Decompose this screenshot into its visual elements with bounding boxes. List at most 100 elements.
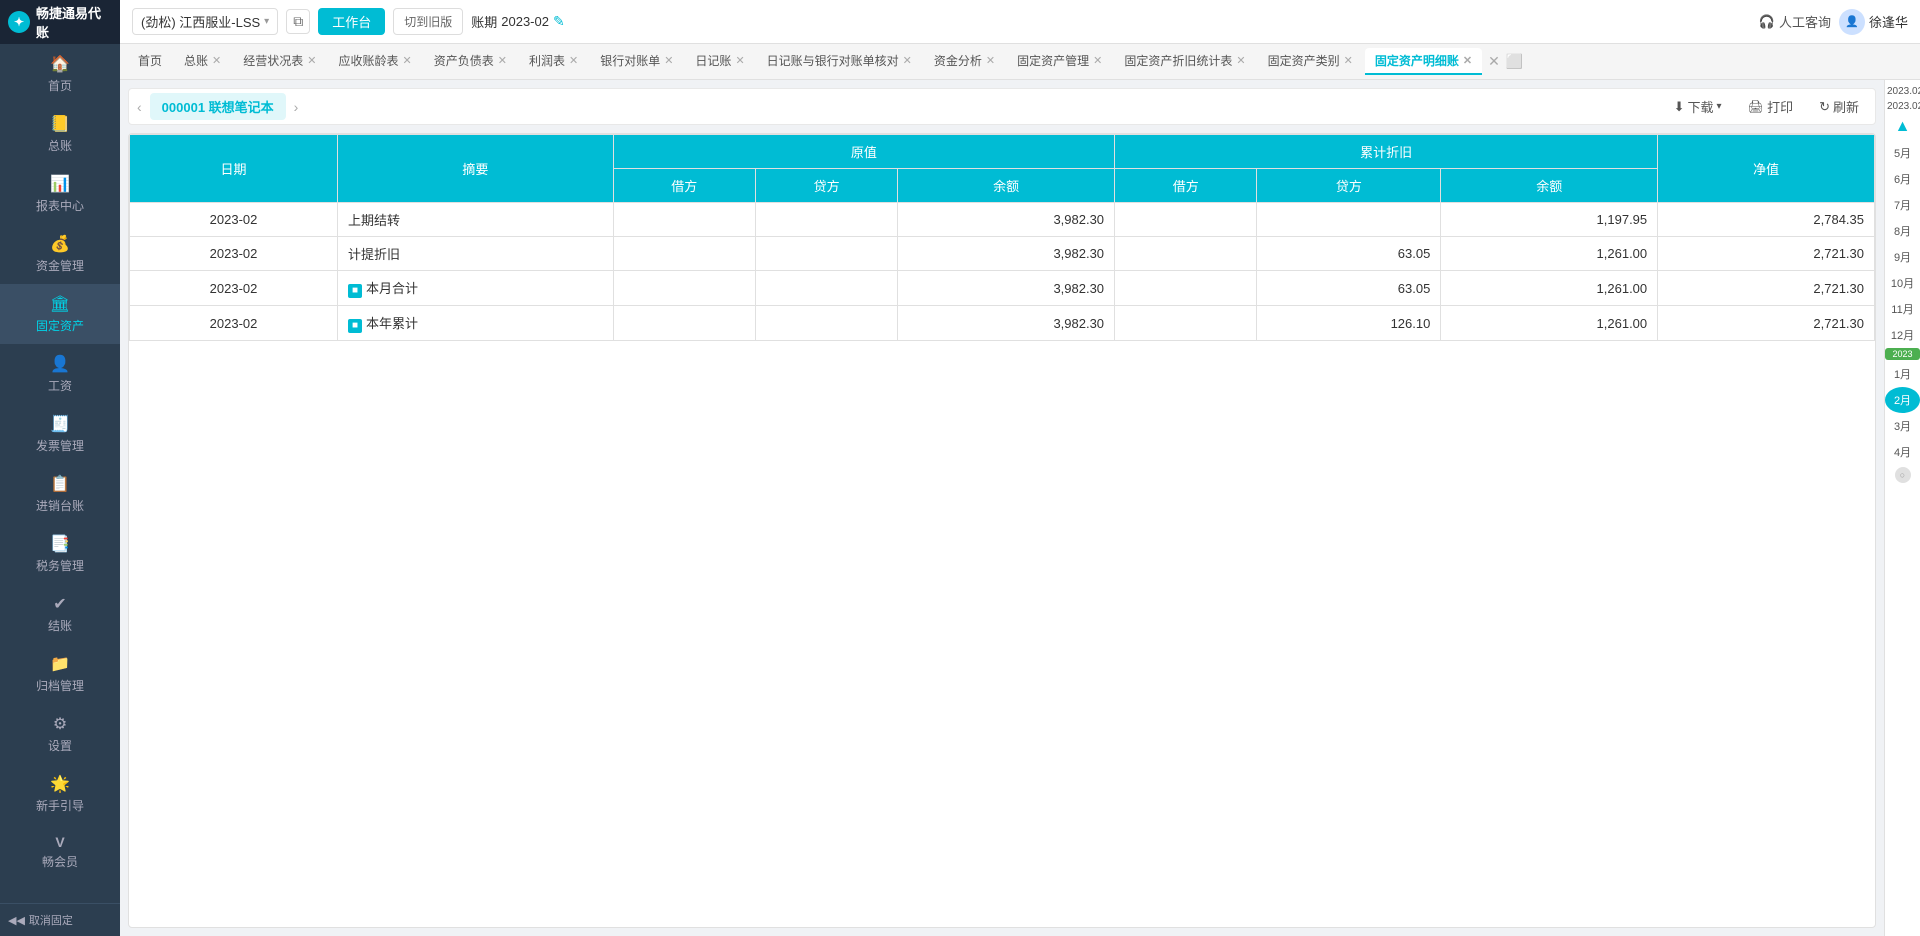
col-acc-credit: 贷方: [1257, 169, 1441, 203]
tab-journal-label: 日记账: [695, 52, 731, 69]
subtab-prev-arrow[interactable]: ‹: [137, 99, 142, 115]
cal-month-2[interactable]: 2月: [1885, 387, 1920, 413]
sidebar-item-tax[interactable]: 📑 税务管理: [0, 524, 120, 584]
tab-fund-analysis-close[interactable]: ✕: [986, 54, 995, 67]
cal-month-10[interactable]: 10月: [1885, 270, 1920, 296]
sidebar-item-archive[interactable]: 📁 归档管理: [0, 644, 120, 704]
sidebar-item-label: 进销台账: [36, 497, 84, 514]
tab-bank-close[interactable]: ✕: [664, 54, 673, 67]
tab-profit-close[interactable]: ✕: [569, 54, 578, 67]
tab-ledger-close[interactable]: ✕: [212, 54, 221, 67]
pin-label: 取消固定: [29, 912, 73, 928]
cal-top-date-1: 2023.02: [1885, 84, 1920, 99]
tab-journal[interactable]: 日记账 ✕: [685, 48, 754, 75]
tab-fixed-mgmt[interactable]: 固定资产管理 ✕: [1007, 48, 1112, 75]
sidebar-item-member[interactable]: V 畅会员: [0, 824, 120, 880]
copy-button[interactable]: ⧉: [286, 9, 310, 34]
tab-fixed-category-close[interactable]: ✕: [1344, 54, 1353, 67]
cal-month-8[interactable]: 8月: [1885, 218, 1920, 244]
tab-fixed-detail[interactable]: 固定资产明细账 ✕: [1365, 48, 1482, 75]
cell-acc-balance: 1,261.00: [1441, 237, 1658, 271]
cell-orig-balance: 3,982.30: [898, 203, 1115, 237]
cal-month-4[interactable]: 4月: [1885, 439, 1920, 465]
sidebar-item-label: 税务管理: [36, 557, 84, 574]
sidebar-item-fund[interactable]: 💰 资金管理: [0, 224, 120, 284]
tab-profit[interactable]: 利润表 ✕: [519, 48, 588, 75]
refresh-button[interactable]: ↻ 刷新: [1811, 94, 1867, 119]
cell-orig-debit: [613, 271, 755, 306]
subtab-next-arrow[interactable]: ›: [294, 99, 299, 115]
sidebar-logo: ✦ 畅捷通易代账: [0, 0, 120, 44]
user-menu[interactable]: 👤 徐逢华: [1839, 9, 1908, 35]
sidebar-item-salary[interactable]: 👤 工资: [0, 344, 120, 404]
guide-icon: 🌟: [50, 774, 70, 794]
service-label: 人工客询: [1779, 12, 1831, 31]
tab-receivable-close[interactable]: ✕: [403, 54, 412, 67]
service-button[interactable]: 🎧 人工客询: [1759, 12, 1831, 31]
tab-assets-close[interactable]: ✕: [498, 54, 507, 67]
chevron-down-icon: ▾: [264, 16, 269, 27]
cal-month-7[interactable]: 7月: [1885, 192, 1920, 218]
tab-business[interactable]: 经营状况表 ✕: [233, 48, 326, 75]
tab-receivable[interactable]: 应收账龄表 ✕: [328, 48, 421, 75]
cal-month-1[interactable]: 1月: [1885, 361, 1920, 387]
tab-bar-close-all[interactable]: ✕: [1488, 53, 1500, 70]
cell-acc-credit: 126.10: [1257, 306, 1441, 341]
table-row: 2023-02 上期结转 3,982.30 1,197.95 2,784.35: [130, 203, 1875, 237]
cal-month-6[interactable]: 6月: [1885, 166, 1920, 192]
avatar-icon: 👤: [1845, 15, 1859, 28]
cal-month-3[interactable]: 3月: [1885, 413, 1920, 439]
cal-year-badge: 2023: [1885, 348, 1920, 360]
col-orig-debit: 借方: [613, 169, 755, 203]
download-button[interactable]: ⬇ 下载 ▾: [1666, 94, 1730, 119]
cell-orig-balance: 3,982.30: [898, 237, 1115, 271]
subtab-asset-item[interactable]: 000001 联想笔记本: [150, 93, 286, 120]
calendar-panel: 2023.02 2023.02 ▲ 5月 6月 7月 8月 9月 10月 11月…: [1884, 80, 1920, 936]
tab-fund-analysis[interactable]: 资金分析 ✕: [924, 48, 1005, 75]
sidebar-item-label: 发票管理: [36, 437, 84, 454]
tab-fixed-depreciation[interactable]: 固定资产折旧统计表 ✕: [1114, 48, 1255, 75]
tab-fixed-detail-close[interactable]: ✕: [1463, 54, 1472, 67]
cal-month-5[interactable]: 5月: [1885, 140, 1920, 166]
cell-orig-balance: 3,982.30: [898, 271, 1115, 306]
sidebar-item-guide[interactable]: 🌟 新手引导: [0, 764, 120, 824]
cal-scroll-indicator[interactable]: ○: [1895, 467, 1911, 483]
tab-reconcile-close[interactable]: ✕: [903, 54, 912, 67]
tab-assets[interactable]: 资产负债表 ✕: [424, 48, 517, 75]
tab-ledger[interactable]: 总账 ✕: [174, 48, 231, 75]
col-accumulated: 累计折旧: [1115, 135, 1658, 169]
cell-acc-balance: 1,261.00: [1441, 306, 1658, 341]
sidebar-item-fixed[interactable]: 🏛 固定资产: [0, 284, 120, 344]
col-net-value: 净值: [1658, 135, 1875, 203]
tab-fixed-category-label: 固定资产类别: [1268, 52, 1340, 69]
period-value: 2023-02: [501, 14, 549, 29]
tab-fixed-mgmt-label: 固定资产管理: [1017, 52, 1089, 69]
tab-bar-maximize[interactable]: ⬜: [1506, 53, 1523, 70]
company-selector[interactable]: (劲松) 江西服业-LSS ▾: [132, 8, 278, 35]
tab-fixed-category[interactable]: 固定资产类别 ✕: [1258, 48, 1363, 75]
cal-month-12[interactable]: 12月: [1885, 322, 1920, 348]
workbench-button[interactable]: 工作台: [318, 8, 385, 35]
sidebar-item-invoice[interactable]: 🧾 发票管理: [0, 404, 120, 464]
sidebar-item-settings[interactable]: ⚙ 设置: [0, 704, 120, 764]
cal-month-9[interactable]: 9月: [1885, 244, 1920, 270]
switch-version-button[interactable]: 切到旧版: [393, 8, 463, 35]
sidebar-item-home[interactable]: 🏠 首页: [0, 44, 120, 104]
sidebar-pin-toggle[interactable]: ◀◀ 取消固定: [0, 903, 120, 936]
tab-fixed-mgmt-close[interactable]: ✕: [1093, 54, 1102, 67]
tab-fixed-depreciation-close[interactable]: ✕: [1236, 54, 1245, 67]
sidebar-item-report[interactable]: 📊 报表中心: [0, 164, 120, 224]
sidebar-item-ledger[interactable]: 📒 总账: [0, 104, 120, 164]
cal-month-11[interactable]: 11月: [1885, 296, 1920, 322]
calendar-icon[interactable]: ✎: [553, 13, 565, 30]
tab-reconcile[interactable]: 日记账与银行对账单核对 ✕: [757, 48, 922, 75]
tab-business-close[interactable]: ✕: [307, 54, 316, 67]
sidebar-item-close[interactable]: ✔ 结账: [0, 584, 120, 644]
tab-journal-close[interactable]: ✕: [735, 54, 744, 67]
cal-up-button[interactable]: ▲: [1891, 114, 1915, 140]
print-button[interactable]: 🖨 打印: [1740, 94, 1802, 119]
tab-home[interactable]: 首页: [128, 48, 172, 75]
sidebar-item-sales[interactable]: 📋 进销台账: [0, 464, 120, 524]
fixed-icon: 🏛: [50, 294, 70, 314]
tab-bank[interactable]: 银行对账单 ✕: [590, 48, 683, 75]
